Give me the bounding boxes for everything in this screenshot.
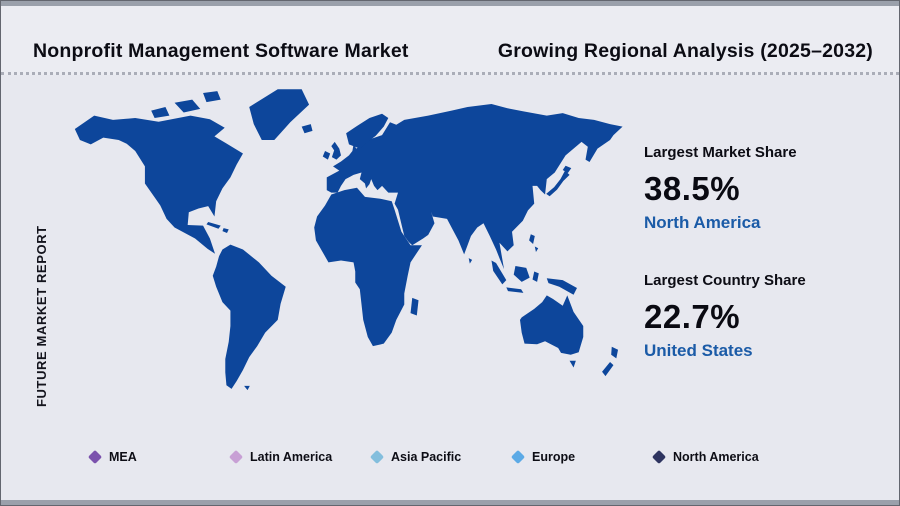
- world-map-landmasses: [74, 89, 623, 391]
- legend-marker-diamond: [369, 449, 385, 465]
- legend-label: Europe: [532, 450, 576, 464]
- stat-entity: United States: [644, 341, 753, 360]
- map-british-isles: [322, 141, 341, 160]
- legend-item-europe: Europe: [510, 449, 654, 465]
- bottom-border-strip: [1, 500, 899, 505]
- infographic-frame: Nonprofit Management Software Market Gro…: [0, 0, 900, 506]
- stat-label: Largest Market Share: [644, 144, 797, 161]
- map-north-america: [74, 115, 243, 254]
- world-map-svg: [74, 89, 623, 391]
- stat-label: Largest Country Share: [644, 272, 806, 289]
- legend: MEA Latin America Asia Pacific Europe No…: [87, 447, 879, 467]
- legend-label: Latin America: [250, 450, 333, 464]
- map-iceland: [301, 124, 313, 134]
- map-caribbean: [206, 221, 229, 233]
- legend-item-latin-america: Latin America: [228, 449, 372, 465]
- world-map: [56, 85, 626, 403]
- legend-marker-diamond: [651, 449, 667, 465]
- top-border-strip: [1, 1, 899, 6]
- page-title-right: Growing Regional Analysis (2025–2032): [497, 40, 873, 62]
- map-new-zealand: [602, 346, 619, 377]
- legend-marker-diamond: [87, 449, 103, 465]
- header-band: Nonprofit Management Software Market Gro…: [1, 6, 899, 75]
- map-madagascar: [410, 297, 419, 316]
- stats-panel: Largest Market Share 38.5% North America…: [644, 144, 889, 400]
- stat-largest-market-share: Largest Market Share 38.5% North America: [644, 144, 889, 233]
- stat-entity: North America: [644, 213, 761, 232]
- stat-largest-country-share: Largest Country Share 22.7% United State…: [644, 272, 889, 361]
- legend-marker-diamond: [510, 449, 526, 465]
- brand-vertical-label: FUTURE MARKET REPORT: [34, 225, 49, 407]
- map-australia: [519, 295, 584, 368]
- legend-label: Asia Pacific: [391, 450, 462, 464]
- legend-label: North America: [673, 450, 759, 464]
- legend-marker-diamond: [228, 449, 244, 465]
- legend-label: MEA: [109, 450, 137, 464]
- legend-item-asia-pacific: Asia Pacific: [369, 449, 513, 465]
- stat-value: 22.7%: [644, 298, 741, 335]
- map-greenland: [249, 89, 310, 141]
- legend-item-north-america: North America: [651, 449, 759, 465]
- map-south-america: [212, 244, 286, 391]
- page-title-left: Nonprofit Management Software Market: [33, 40, 409, 62]
- map-southeast-asia-islands: [468, 234, 577, 295]
- legend-item-mea: MEA: [87, 449, 231, 465]
- map-arctic-islands: [151, 91, 221, 119]
- stat-value: 38.5%: [644, 170, 741, 207]
